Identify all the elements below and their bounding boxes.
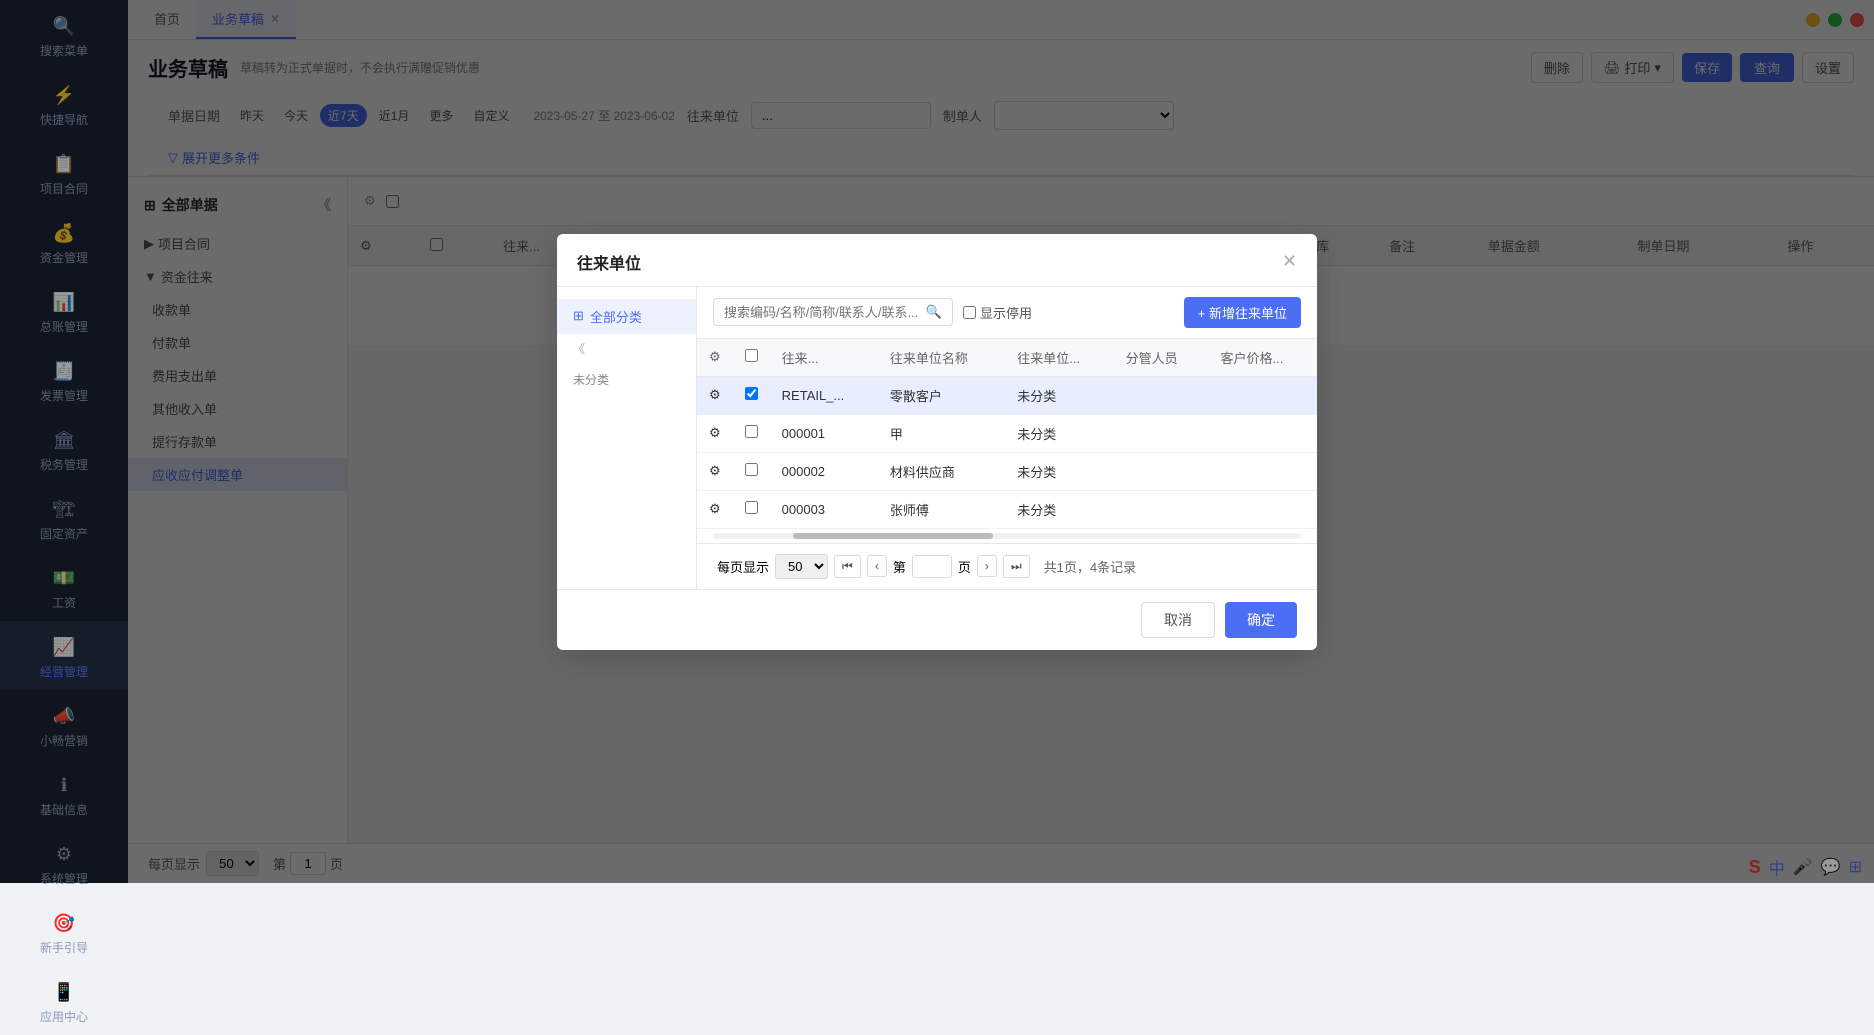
- modal-col-settings: ⚙: [697, 339, 733, 377]
- modal-col-code: 往来...: [770, 339, 878, 377]
- total-info: 共1页，4条记录: [1044, 557, 1136, 576]
- sidebar-item-label: 新手引导: [40, 939, 88, 956]
- page-label: 第: [893, 557, 906, 576]
- confirm-button[interactable]: 确定: [1225, 602, 1297, 638]
- row-code: RETAIL_...: [770, 376, 878, 414]
- row-category: 未分类: [1005, 452, 1113, 490]
- modal-scrollbar-thumb: [793, 533, 993, 539]
- modal-header: 往来单位 ✕: [557, 234, 1317, 287]
- modal-col-price: 客户价格...: [1209, 339, 1317, 377]
- row-manager: [1114, 452, 1209, 490]
- row-name: 零散客户: [878, 376, 1005, 414]
- modal-col-name: 往来单位名称: [878, 339, 1005, 377]
- row-category: 未分类: [1005, 490, 1113, 528]
- modal-search-input[interactable]: [724, 305, 920, 320]
- perpage-select[interactable]: 50: [775, 554, 828, 579]
- page-number-input[interactable]: 1: [912, 555, 952, 578]
- first-page-button[interactable]: ⏮: [834, 555, 861, 578]
- modal-table-wrap: ⚙ 往来... 往来单位名称 往来单位... 分管人员 客户价格... ⚙: [697, 339, 1317, 529]
- row-checkbox[interactable]: [733, 376, 770, 414]
- modal-content: 🔍 显示停用 + 新增往来单位 ⚙: [697, 287, 1317, 589]
- row-checkbox[interactable]: [733, 414, 770, 452]
- modal-close-button[interactable]: ✕: [1282, 251, 1297, 272]
- prev-page-button[interactable]: ‹: [867, 555, 887, 577]
- modal-actions: 取消 确定: [557, 589, 1317, 650]
- modal-title: 往来单位: [577, 250, 641, 274]
- partner-modal: 往来单位 ✕ ⊞ 全部分类 《 未分类: [557, 234, 1317, 650]
- row-settings: ⚙: [697, 490, 733, 528]
- modal-col-category: 往来单位...: [1005, 339, 1113, 377]
- row-manager: [1114, 490, 1209, 528]
- modal-table-row[interactable]: ⚙ 000001 甲 未分类: [697, 414, 1317, 452]
- sidebar-item-label: 应用中心: [40, 1008, 88, 1025]
- next-page-button[interactable]: ›: [977, 555, 997, 577]
- row-settings: ⚙: [697, 376, 733, 414]
- show-inactive-label[interactable]: 显示停用: [963, 303, 1032, 322]
- modal-footer: 每页显示 50 ⏮ ‹ 第 1 页 › ⏭ 共1页，4条记录: [697, 543, 1317, 589]
- sidebar-item-guide[interactable]: 🎯 新手引导: [0, 897, 128, 966]
- modal-table: ⚙ 往来... 往来单位名称 往来单位... 分管人员 客户价格... ⚙: [697, 339, 1317, 529]
- modal-col-checkbox: [733, 339, 770, 377]
- modal-col-manager: 分管人员: [1114, 339, 1209, 377]
- modal-toolbar: 🔍 显示停用 + 新增往来单位: [697, 287, 1317, 339]
- modal-search-box: 🔍: [713, 298, 953, 326]
- row-code: 000002: [770, 452, 878, 490]
- row-settings: ⚙: [697, 414, 733, 452]
- perpage-label: 每页显示: [717, 557, 769, 576]
- show-inactive-checkbox[interactable]: [963, 306, 976, 319]
- row-name: 甲: [878, 414, 1005, 452]
- row-price: [1209, 452, 1317, 490]
- row-name: 张师傅: [878, 490, 1005, 528]
- modal-table-row[interactable]: ⚙ RETAIL_... 零散客户 未分类: [697, 376, 1317, 414]
- grid-icon-modal: ⊞: [573, 308, 584, 324]
- row-settings: ⚙: [697, 452, 733, 490]
- last-page-button[interactable]: ⏭: [1003, 555, 1030, 578]
- row-category: 未分类: [1005, 376, 1113, 414]
- appcenter-icon: 📱: [52, 980, 76, 1004]
- modal-table-row[interactable]: ⚙ 000003 张师傅 未分类: [697, 490, 1317, 528]
- modal-nav-all[interactable]: ⊞ 全部分类: [557, 299, 696, 334]
- row-checkbox[interactable]: [733, 452, 770, 490]
- row-price: [1209, 376, 1317, 414]
- row-name: 材料供应商: [878, 452, 1005, 490]
- modal-nav: ⊞ 全部分类 《 未分类: [557, 287, 697, 589]
- row-code: 000001: [770, 414, 878, 452]
- page-of: 页: [958, 557, 971, 576]
- add-partner-button[interactable]: + 新增往来单位: [1184, 297, 1301, 328]
- modal-search-icon: 🔍: [926, 304, 942, 320]
- sidebar-item-appcenter[interactable]: 📱 应用中心: [0, 966, 128, 1035]
- modal-nav-collapse[interactable]: 《: [557, 334, 696, 363]
- guide-icon: 🎯: [52, 911, 76, 935]
- modal-overlay: 往来单位 ✕ ⊞ 全部分类 《 未分类: [0, 0, 1874, 883]
- row-price: [1209, 414, 1317, 452]
- modal-body: ⊞ 全部分类 《 未分类 🔍 显示停用: [557, 287, 1317, 589]
- modal-scrollbar[interactable]: [713, 533, 1301, 539]
- modal-table-row[interactable]: ⚙ 000002 材料供应商 未分类: [697, 452, 1317, 490]
- pagination: 每页显示 50 ⏮ ‹ 第 1 页 › ⏭ 共1页，4条记录: [717, 554, 1136, 579]
- modal-unclassified-label: 未分类: [557, 363, 696, 396]
- collapse-arrow-icon: 《: [573, 340, 585, 357]
- row-manager: [1114, 414, 1209, 452]
- row-manager: [1114, 376, 1209, 414]
- row-category: 未分类: [1005, 414, 1113, 452]
- cancel-button[interactable]: 取消: [1141, 602, 1215, 638]
- row-checkbox[interactable]: [733, 490, 770, 528]
- row-price: [1209, 490, 1317, 528]
- row-code: 000003: [770, 490, 878, 528]
